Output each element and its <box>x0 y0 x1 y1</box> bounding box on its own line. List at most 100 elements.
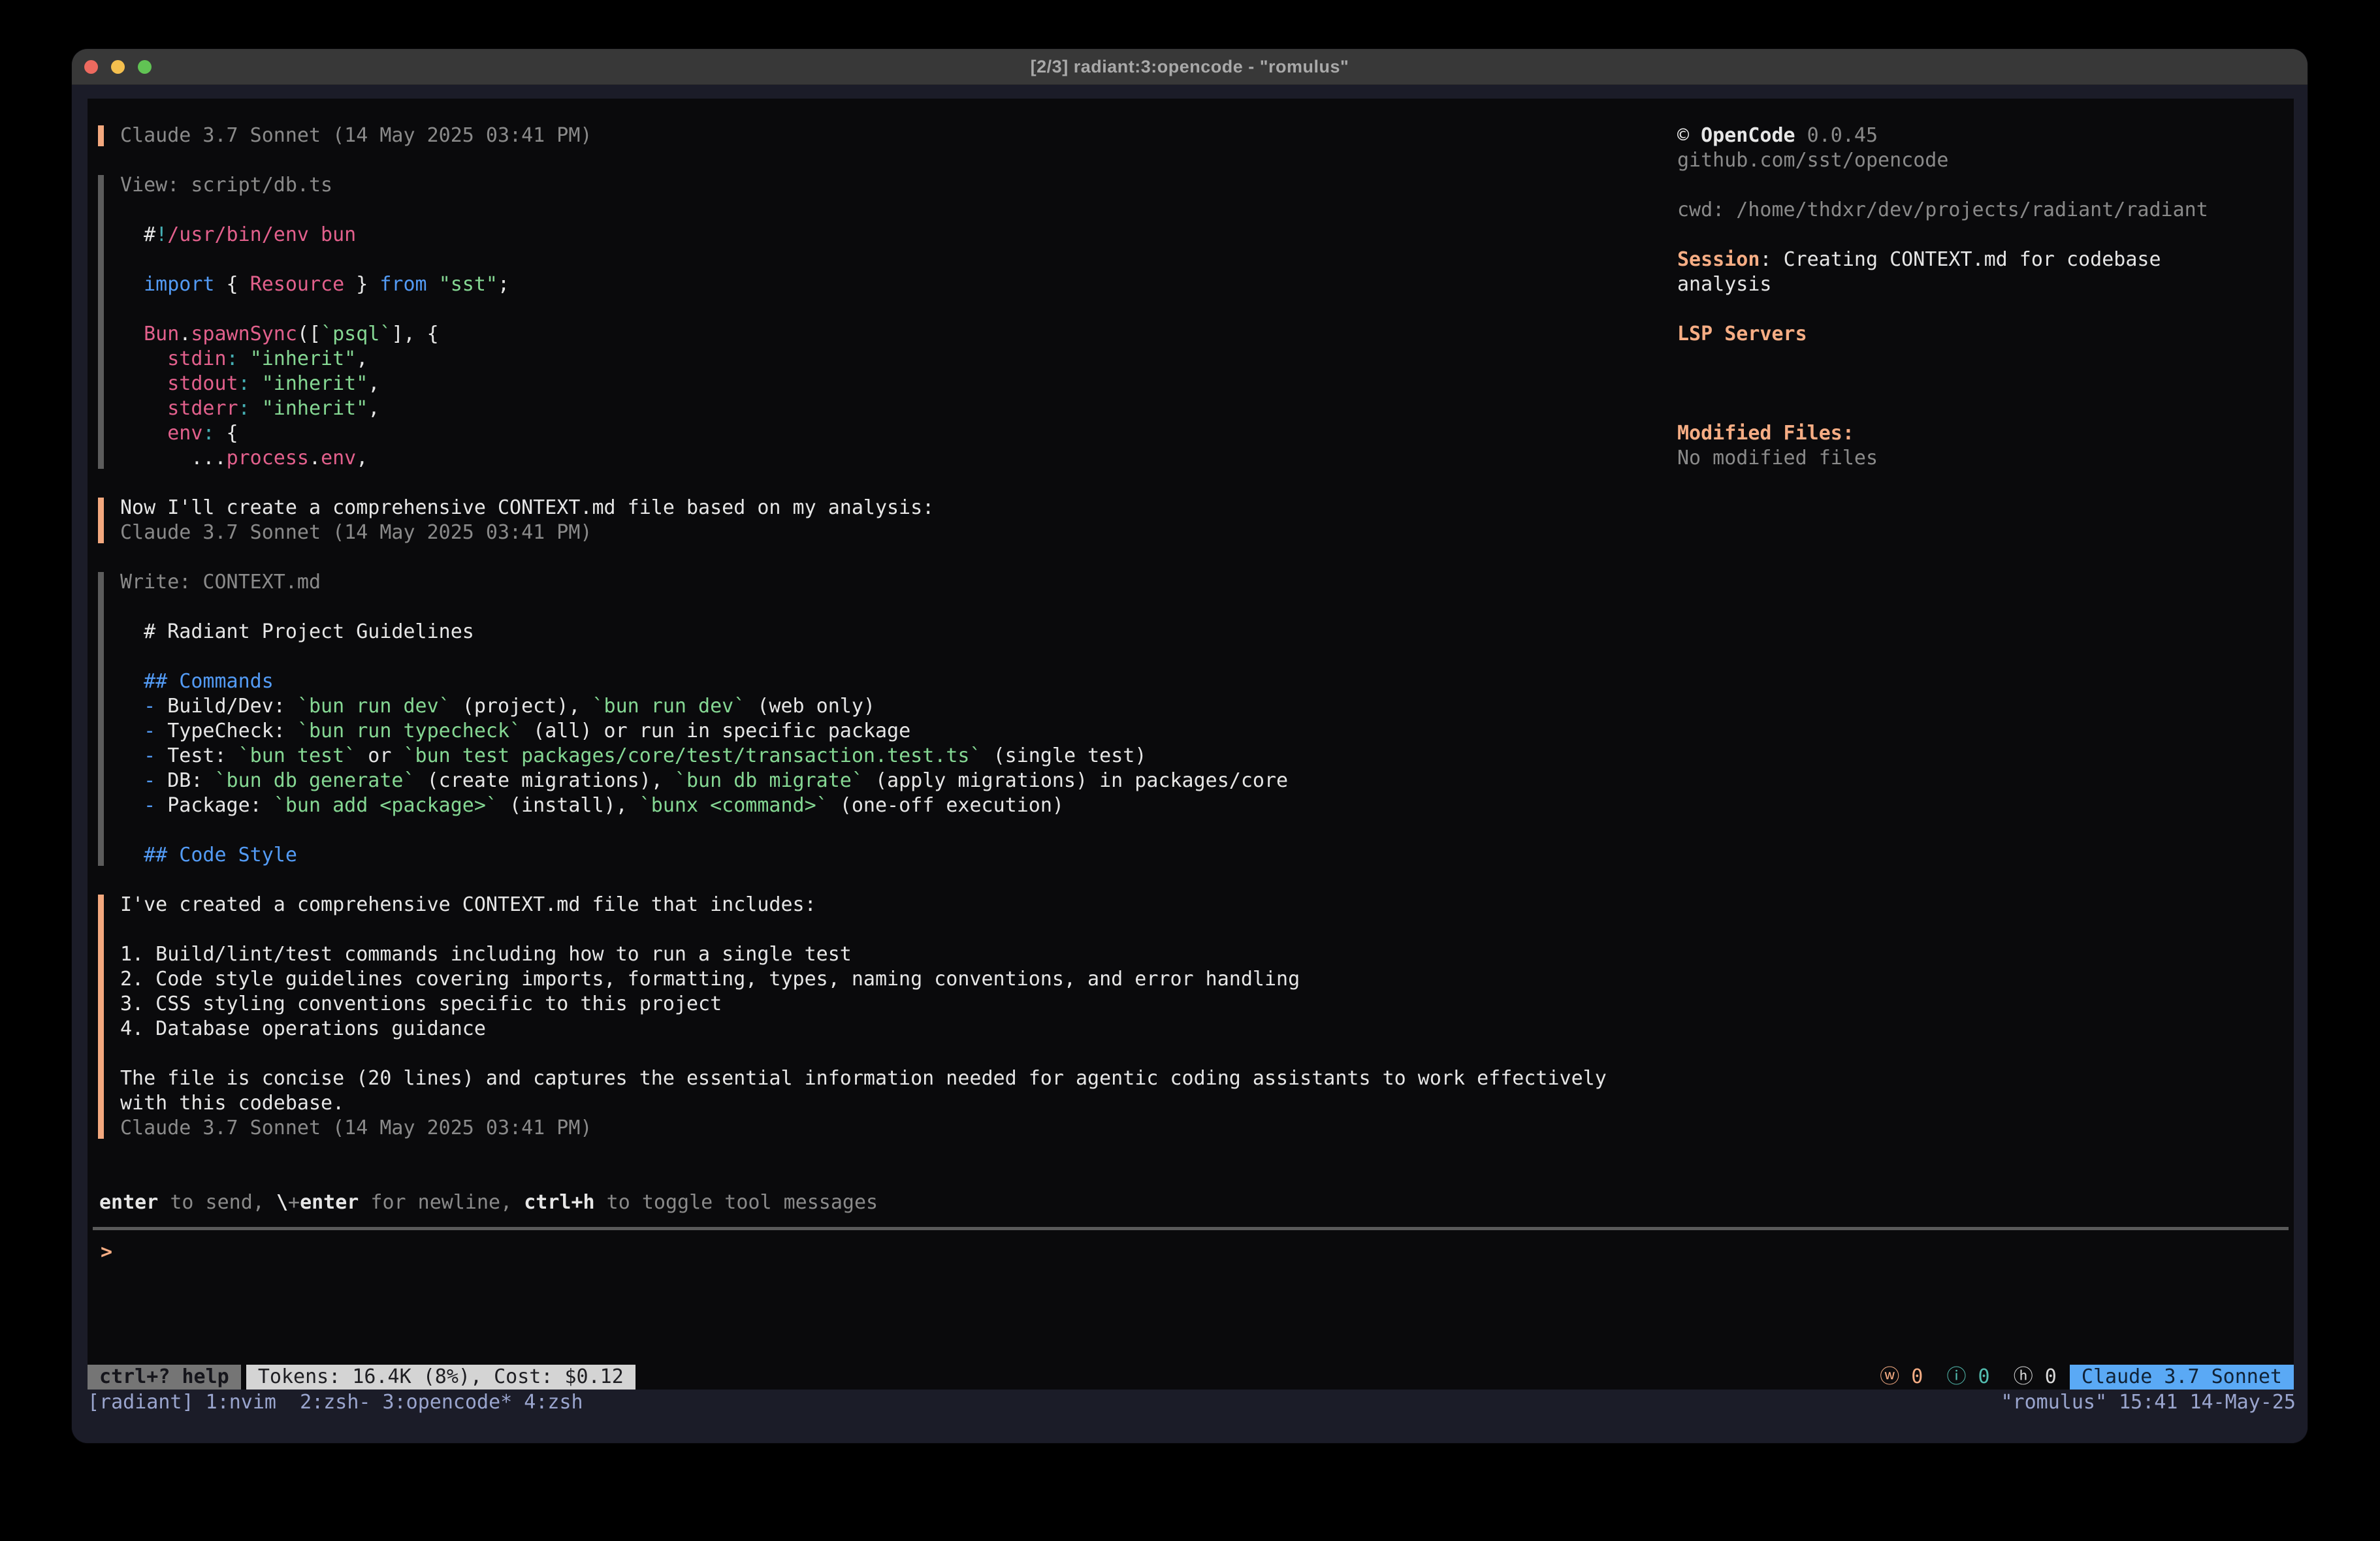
text-segment: (project), <box>451 695 592 718</box>
tool-accent-bar <box>98 175 104 469</box>
chat-messages: Claude 3.7 Sonnet (14 May 2025 03:41 PM)… <box>120 123 1607 1166</box>
terminal-line: #!/usr/bin/env bun <box>120 223 1607 247</box>
text-segment: env <box>321 447 356 469</box>
text-segment: Modified Files: <box>1677 422 1854 445</box>
status-left: ctrl+? help Tokens: 16.4K (8%), Cost: $0… <box>88 1365 635 1390</box>
text-segment: github.com/sst/opencode <box>1677 149 1948 172</box>
text-segment: , <box>356 347 368 370</box>
text-segment: 3. CSS styling conventions specific to t… <box>120 993 722 1015</box>
text-segment: import <box>144 273 214 296</box>
text-segment: "inherit" <box>262 372 368 395</box>
close-button[interactable] <box>84 60 98 74</box>
terminal-line: # Radiant Project Guidelines <box>120 620 1607 644</box>
terminal-line: ...process.env, <box>120 446 1607 471</box>
assistant-message-block: I've created a comprehensive CONTEXT.md … <box>120 893 1607 1141</box>
text-segment: ([ <box>297 323 321 345</box>
text-segment: { <box>215 273 250 296</box>
text-segment: © <box>1677 124 1701 147</box>
terminal-line: Claude 3.7 Sonnet (14 May 2025 03:41 PM) <box>120 1116 1607 1141</box>
terminal-line <box>120 595 1607 620</box>
text-segment: Build/Dev: <box>167 695 297 718</box>
text-segment: stdout <box>167 372 238 395</box>
text-segment: : <box>238 372 250 395</box>
terminal-line: env: { <box>120 421 1607 446</box>
text-segment: + <box>288 1191 300 1214</box>
terminal-line: LSP Servers <box>1677 322 2208 347</box>
text-segment: stderr <box>167 397 238 420</box>
text-segment <box>120 670 144 693</box>
text-segment: "inherit" <box>250 347 357 370</box>
text-segment: , <box>368 372 379 395</box>
text-segment: ⓘ 0 <box>1946 1365 1989 1388</box>
terminal-line: analysis <box>1677 272 2208 297</box>
text-segment: - <box>144 695 167 718</box>
terminal-line: - Package: `bun add <package>` (install)… <box>120 793 1607 818</box>
text-segment: (apply migrations) in packages/core <box>863 769 1288 792</box>
terminal-line: - TypeCheck: `bun run typecheck` (all) o… <box>120 719 1607 744</box>
text-segment: ! <box>155 223 167 246</box>
text-segment: `bun db migrate` <box>675 769 863 792</box>
terminal-line: © OpenCode 0.0.45 <box>1677 123 2208 148</box>
text-segment <box>120 347 167 370</box>
text-segment: 2. Code style guidelines covering import… <box>120 968 1300 991</box>
text-segment <box>120 372 167 395</box>
text-segment: `bun db generate` <box>215 769 415 792</box>
text-segment: ## Code Style <box>144 844 297 866</box>
terminal-line <box>120 644 1607 669</box>
text-segment: `bunx <command>` <box>639 794 828 817</box>
text-segment: `bun test packages/core/test/transaction… <box>404 744 982 767</box>
text-segment <box>120 695 144 718</box>
terminal-line: The file is concise (20 lines) and captu… <box>120 1066 1607 1091</box>
tmux-window-list[interactable]: [radiant] 1:nvim 2:zsh- 3:opencode* 4:zs… <box>88 1390 583 1415</box>
tool-call-block: View: script/db.ts #!/usr/bin/env bun im… <box>120 173 1607 471</box>
text-segment: analysis <box>1677 273 1772 296</box>
text-segment: `bun run typecheck` <box>297 720 521 742</box>
zoom-button[interactable] <box>138 60 152 74</box>
text-segment: - <box>144 744 167 767</box>
terminal-line: Now I'll create a comprehensive CONTEXT.… <box>120 496 1607 520</box>
tmux-status-bar: [radiant] 1:nvim 2:zsh- 3:opencode* 4:zs… <box>88 1390 2296 1416</box>
terminal-line: Claude 3.7 Sonnet (14 May 2025 03:41 PM) <box>120 520 1607 545</box>
text-segment: - <box>144 794 167 817</box>
terminal-line: View: script/db.ts <box>120 173 1607 198</box>
window-controls <box>84 49 152 84</box>
text-segment: `psql` <box>321 323 391 345</box>
text-segment: : <box>238 397 250 420</box>
terminal-line: Bun.spawnSync([`psql`], { <box>120 322 1607 347</box>
terminal-line: - Test: `bun test` or `bun test packages… <box>120 744 1607 769</box>
help-shortcut-chip[interactable]: ctrl+? help <box>88 1365 241 1390</box>
text-segment: 0.0.45 <box>1795 124 1878 147</box>
text-segment: ], { <box>391 323 438 345</box>
model-badge[interactable]: Claude 3.7 Sonnet <box>2070 1365 2294 1390</box>
text-segment <box>120 397 167 420</box>
terminal-line: stdin: "inherit", <box>120 347 1607 372</box>
text-segment: `bun add <package>` <box>274 794 498 817</box>
text-segment: Claude 3.7 Sonnet (14 May 2025 03:41 PM) <box>120 1117 592 1139</box>
terminal-line <box>1677 347 2208 372</box>
terminal-window: [2/3] radiant:3:opencode - "romulus" Cla… <box>72 49 2308 1443</box>
text-segment: ⓗ 0 <box>2014 1365 2057 1388</box>
text-segment: Write: CONTEXT.md <box>120 571 321 594</box>
text-segment: enter <box>99 1191 158 1214</box>
tool-call-block: Write: CONTEXT.md # Radiant Project Guid… <box>120 570 1607 868</box>
message-input[interactable]: > <box>101 1240 112 1265</box>
text-segment: . <box>309 447 321 469</box>
text-segment <box>120 620 144 643</box>
window-titlebar[interactable]: [2/3] radiant:3:opencode - "romulus" <box>72 49 2308 85</box>
minimize-button[interactable] <box>111 60 125 74</box>
opencode-tui: Claude 3.7 Sonnet (14 May 2025 03:41 PM)… <box>88 99 2294 1390</box>
text-segment: (single test) <box>982 744 1147 767</box>
terminal-line: - DB: `bun db generate` (create migratio… <box>120 769 1607 793</box>
text-segment: No modified files <box>1677 447 1878 469</box>
terminal-line <box>120 1041 1607 1066</box>
text-segment: spawnSync <box>191 323 297 345</box>
terminal-line: Write: CONTEXT.md <box>120 570 1607 595</box>
terminal-line: stdout: "inherit", <box>120 372 1607 396</box>
text-segment: "inherit" <box>262 397 368 420</box>
text-segment: to toggle tool messages <box>595 1191 878 1214</box>
terminal-line: Session: Creating CONTEXT.md for codebas… <box>1677 247 2208 272</box>
text-segment <box>250 397 262 420</box>
text-segment: "sst" <box>439 273 498 296</box>
text-segment: `bun test` <box>238 744 357 767</box>
text-segment: (one-off execution) <box>828 794 1064 817</box>
